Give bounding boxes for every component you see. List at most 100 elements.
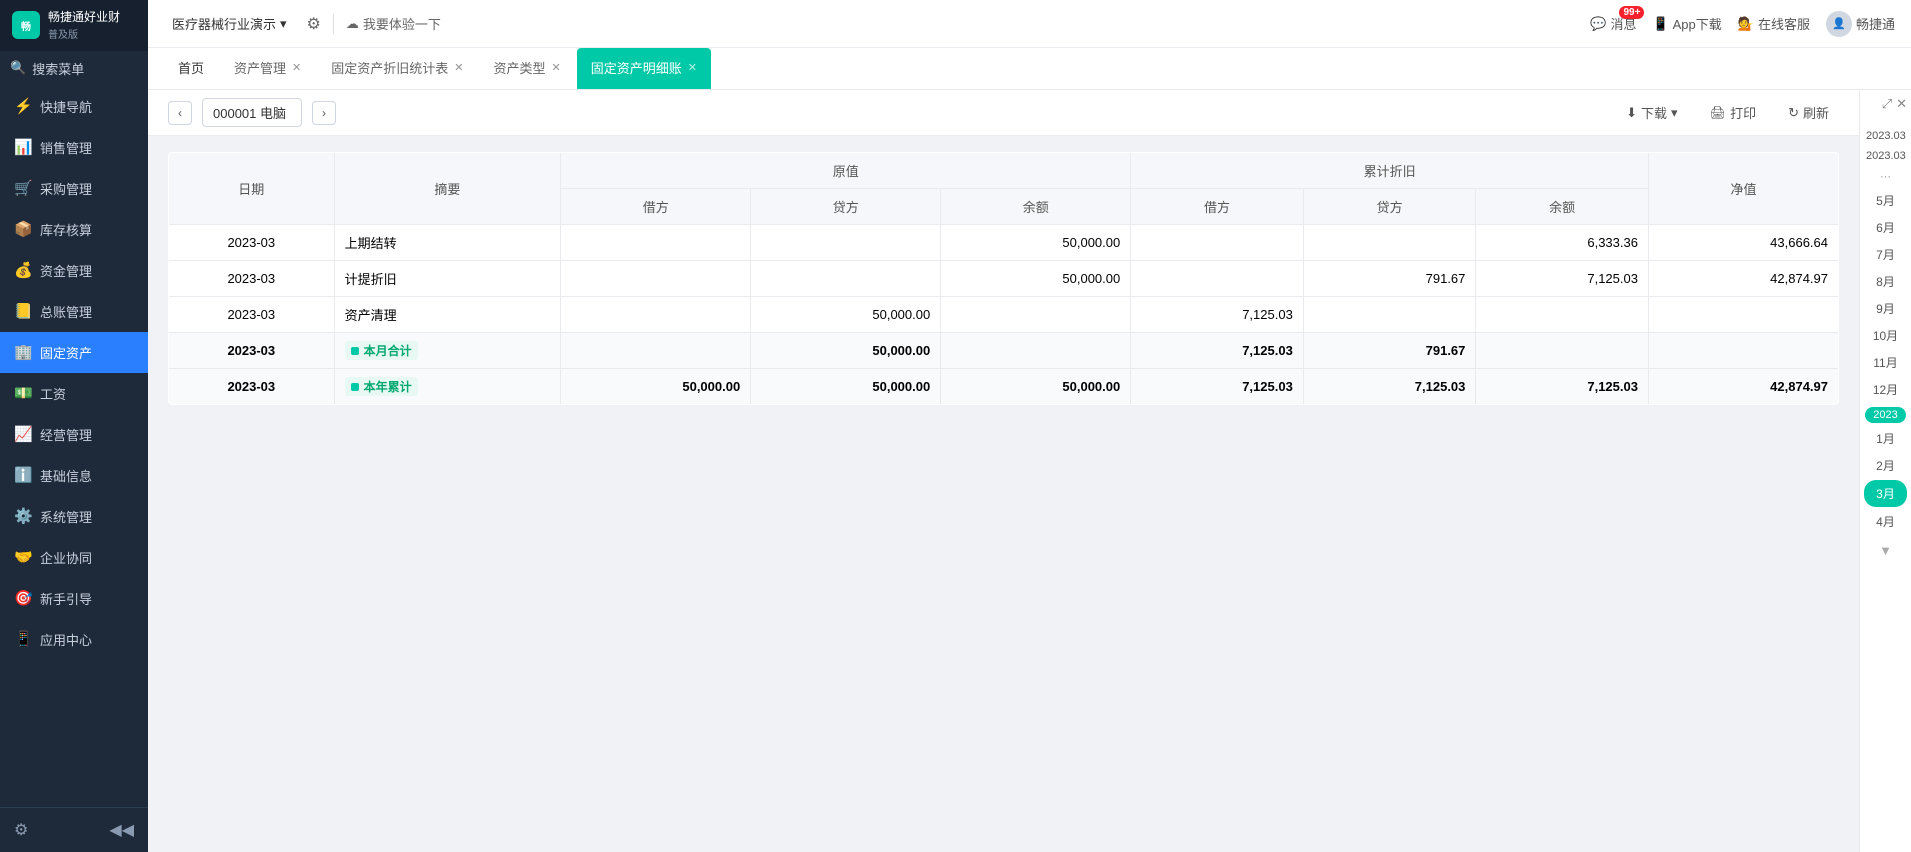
username: 畅捷通	[1856, 14, 1895, 33]
sidebar-item-salary[interactable]: 💵 工资	[0, 373, 148, 414]
cell-net: 43,666.64	[1648, 225, 1838, 261]
sidebar-item-basic-info[interactable]: ℹ️ 基础信息	[0, 455, 148, 496]
tab-home[interactable]: 首页	[164, 48, 218, 89]
tab-asset-type[interactable]: 资产类型 ✕	[479, 48, 574, 89]
timeline-month-8[interactable]: 8月	[1860, 268, 1911, 295]
timeline-month-10[interactable]: 10月	[1860, 322, 1911, 349]
prev-asset-btn[interactable]: ‹	[168, 101, 192, 125]
sidebar-item-fixed-assets[interactable]: 🏢 固定资产	[0, 332, 148, 373]
sidebar-item-system[interactable]: ⚙️ 系统管理	[0, 496, 148, 537]
company-dropdown-icon: ▾	[280, 16, 287, 32]
timeline-scroll-down-icon[interactable]: ▼	[1879, 543, 1892, 558]
ledger-icon: 📒	[14, 302, 32, 320]
timeline-month-11[interactable]: 11月	[1860, 349, 1911, 376]
table-wrapper: 日期 摘要 原值 累计折旧 净值 借方 贷方 余额 借方 贷方 余额	[148, 136, 1859, 852]
sidebar-item-funds[interactable]: 💰 资金管理	[0, 250, 148, 291]
cell-dep-balance	[1476, 333, 1649, 369]
timeline-year-2023-03-2[interactable]: 2023.03	[1860, 146, 1911, 166]
timeline-month-2[interactable]: 2月	[1860, 452, 1911, 479]
settings-icon[interactable]: ⚙	[307, 14, 321, 34]
timeline-month-1[interactable]: 1月	[1860, 425, 1911, 452]
refresh-btn[interactable]: ↻ 刷新	[1778, 98, 1839, 127]
cell-orig-balance	[941, 333, 1131, 369]
sidebar-search[interactable]: 🔍 搜索菜单	[0, 51, 148, 86]
timeline-month-7[interactable]: 7月	[1860, 241, 1911, 268]
timeline-month-3-active[interactable]: 3月	[1864, 480, 1907, 507]
sidebar-item-operations[interactable]: 📈 经营管理	[0, 414, 148, 455]
message-icon: 💬	[1590, 16, 1606, 32]
sidebar-item-label: 企业协同	[40, 548, 92, 567]
tab-close-icon[interactable]: ✕	[552, 61, 561, 74]
sidebar-item-label: 资金管理	[40, 261, 92, 280]
service-icon: 💁	[1738, 16, 1754, 32]
tab-fixed-asset-detail[interactable]: 固定资产明细账 ✕	[577, 48, 711, 89]
sales-icon: 📊	[14, 138, 32, 156]
cell-net: 42,874.97	[1648, 261, 1838, 297]
timeline-month-4[interactable]: 4月	[1860, 508, 1911, 535]
experience-btn[interactable]: ☁ 我要体验一下	[346, 14, 441, 33]
table-row: 2023-03 上期结转 50,000.00 6,333.36 43,666.6…	[169, 225, 1839, 261]
sidebar-item-collab[interactable]: 🤝 企业协同	[0, 537, 148, 578]
sidebar-item-label: 应用中心	[40, 630, 92, 649]
sidebar-quicknav-label: 快捷导航	[40, 97, 92, 116]
sidebar-item-label: 固定资产	[40, 343, 92, 362]
message-btn[interactable]: 💬 消息 99+	[1590, 14, 1636, 33]
company-name: 医疗器械行业演示	[172, 14, 276, 33]
download-label: 下载	[1641, 103, 1667, 122]
table-row-yearly-total: 2023-03 本年累计 50,000.00 50,000.00 50,000.…	[169, 369, 1839, 405]
sidebar-item-ledger[interactable]: 📒 总账管理	[0, 291, 148, 332]
timeline-month-9[interactable]: 9月	[1860, 295, 1911, 322]
timeline-month-12[interactable]: 12月	[1860, 376, 1911, 403]
tab-depreciation-stats[interactable]: 固定资产折旧统计表 ✕	[317, 48, 477, 89]
online-service-btn[interactable]: 💁 在线客服	[1738, 14, 1810, 33]
next-asset-btn[interactable]: ›	[312, 101, 336, 125]
cell-dep-balance	[1476, 297, 1649, 333]
col-balance-header: 余额	[941, 189, 1131, 225]
user-menu[interactable]: 👤 畅捷通	[1826, 11, 1895, 37]
col-balance2-header: 余额	[1476, 189, 1649, 225]
cell-orig-balance: 50,000.00	[941, 225, 1131, 261]
timeline-ellipsis: ⋯	[1880, 166, 1891, 187]
timeline-expand-icon[interactable]: ⤢	[1882, 96, 1892, 112]
cell-dep-debit: 7,125.03	[1131, 369, 1304, 405]
collapse-sidebar-icon[interactable]: ◀◀	[105, 816, 138, 844]
sidebar-item-label: 库存核算	[40, 220, 92, 239]
tab-asset-management[interactable]: 资产管理 ✕	[220, 48, 315, 89]
tab-close-icon[interactable]: ✕	[688, 61, 697, 74]
timeline-close-icon[interactable]: ✕	[1896, 96, 1907, 112]
timeline-month-6[interactable]: 6月	[1860, 214, 1911, 241]
search-icon: 🔍	[10, 60, 26, 76]
apps-icon: 📱	[14, 630, 32, 648]
tab-close-icon[interactable]: ✕	[292, 61, 301, 74]
cell-net	[1648, 333, 1838, 369]
cell-date: 2023-03	[169, 225, 335, 261]
download-btn[interactable]: ⬇ 下载 ▾	[1616, 98, 1687, 127]
sidebar-item-purchase[interactable]: 🛒 采购管理	[0, 168, 148, 209]
print-label: 打印	[1730, 103, 1756, 122]
cell-date: 2023-03	[169, 261, 335, 297]
sidebar-item-sales[interactable]: 📊 销售管理	[0, 127, 148, 168]
tab-close-icon[interactable]: ✕	[454, 61, 463, 74]
collab-icon: 🤝	[14, 548, 32, 566]
sidebar-item-inventory[interactable]: 📦 库存核算	[0, 209, 148, 250]
page-inner: ‹ 000001 电脑 › ⬇ 下载 ▾ 🖨 打印 ↻ 刷新	[148, 90, 1859, 852]
fixed-assets-icon: 🏢	[14, 343, 32, 361]
sidebar-item-guide[interactable]: 🎯 新手引导	[0, 578, 148, 619]
timeline-year-badge[interactable]: 2023	[1865, 407, 1905, 423]
settings-footer-icon[interactable]: ⚙	[10, 816, 32, 844]
app-download-btn[interactable]: 📱 App下载	[1652, 14, 1721, 33]
refresh-icon: ↻	[1788, 105, 1799, 121]
inventory-icon: 📦	[14, 220, 32, 238]
timeline-year-2023-03-1[interactable]: 2023.03	[1860, 126, 1911, 146]
cell-orig-debit: 50,000.00	[561, 369, 751, 405]
company-selector[interactable]: 医疗器械行业演示 ▾	[164, 10, 295, 37]
print-btn[interactable]: 🖨 打印	[1700, 98, 1767, 127]
app-download-label: App下载	[1673, 14, 1722, 33]
col-date-header: 日期	[169, 153, 335, 225]
sidebar-item-quicknav[interactable]: ⚡ 快捷导航	[0, 86, 148, 127]
sidebar-item-apps[interactable]: 📱 应用中心	[0, 619, 148, 660]
yearly-total-badge: 本年累计	[345, 377, 418, 396]
sidebar-item-label: 工资	[40, 384, 66, 403]
timeline-panel: ⤢ ✕ 2023.03 2023.03 ⋯ 5月 6月 7月 8月 9月 10月…	[1859, 90, 1911, 852]
timeline-month-5[interactable]: 5月	[1860, 187, 1911, 214]
